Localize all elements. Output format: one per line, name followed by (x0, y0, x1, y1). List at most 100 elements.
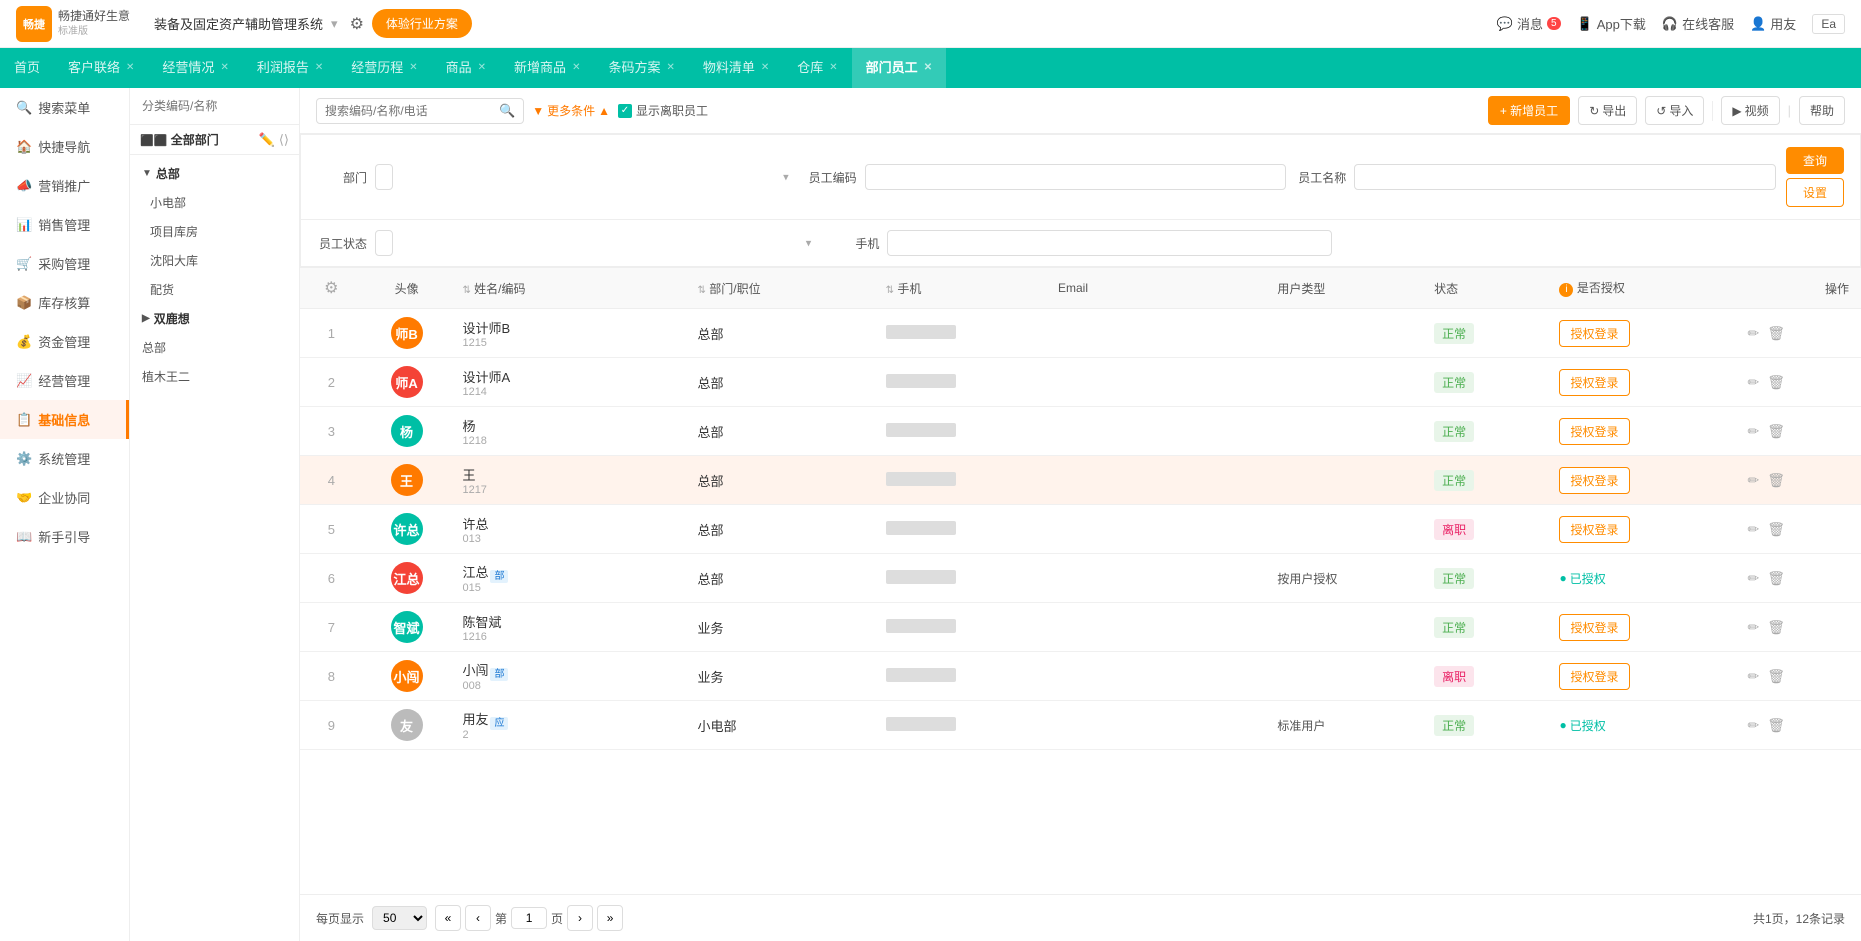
delete-icon[interactable]: 🗑 (1767, 570, 1785, 587)
delete-icon[interactable]: 🗑 (1767, 521, 1785, 538)
edit-icon[interactable]: ✏ (1748, 619, 1760, 636)
dept-item-zhumu[interactable]: 植木王二 (130, 362, 299, 391)
sidebar-item-enterprise[interactable]: 🤝 企业协同 (0, 478, 129, 517)
dept-item-shenyang[interactable]: 沈阳大库 (130, 246, 299, 275)
edit-icon[interactable]: ✏ (1748, 668, 1760, 685)
col-header-name[interactable]: ⇅ 姓名/编码 (450, 268, 685, 309)
dept-group-shuangmeng[interactable]: ▶ 双鹿想 (130, 304, 299, 333)
delete-icon[interactable]: 🗑 (1767, 619, 1785, 636)
auth-btn[interactable]: 授权登录 (1559, 663, 1629, 690)
sidebar-item-inventory[interactable]: 📦 库存核算 (0, 283, 129, 322)
sidebar-item-guide[interactable]: 📖 新手引导 (0, 517, 129, 556)
edit-icon[interactable]: ✏ (1748, 570, 1760, 587)
sidebar-item-sales[interactable]: 📊 销售管理 (0, 205, 129, 244)
delete-icon[interactable]: 🗑 (1767, 325, 1785, 342)
col-header-phone[interactable]: ⇅ 手机 (874, 268, 1046, 309)
sidebar-item-search[interactable]: 🔍 搜索菜单 (0, 88, 129, 127)
filter-empcode-input[interactable] (865, 164, 1287, 190)
close-icon[interactable]: ✕ (478, 48, 486, 88)
last-page-btn[interactable]: » (597, 905, 623, 931)
sidebar-item-purchase[interactable]: 🛒 采购管理 (0, 244, 129, 283)
dept-search-input[interactable] (142, 99, 297, 113)
online-service-btn[interactable]: 🎧 在线客服 (1662, 14, 1734, 33)
tab-customer[interactable]: 客户联络 ✕ (54, 48, 148, 88)
delete-icon[interactable]: 🗑 (1767, 423, 1785, 440)
close-icon[interactable]: ✕ (126, 48, 134, 88)
more-filter-btn[interactable]: ▼ 更多条件 ▲ (532, 102, 610, 119)
edit-icon[interactable]: ✏ (1748, 325, 1760, 342)
close-icon[interactable]: ✕ (924, 48, 932, 88)
prev-page-btn[interactable]: ‹ (465, 905, 491, 931)
close-icon[interactable]: ✕ (829, 48, 837, 88)
dept-item-zongshu2[interactable]: 总部 (130, 333, 299, 362)
edit-icon[interactable]: ✏ (1748, 472, 1760, 489)
set-btn[interactable]: 设置 (1786, 178, 1844, 207)
tab-addgoods[interactable]: 新增商品 ✕ (500, 48, 594, 88)
tab-home[interactable]: 首页 (0, 48, 54, 88)
col-header-dept[interactable]: ⇅ 部门/职位 (686, 268, 874, 309)
close-icon[interactable]: ✕ (572, 48, 580, 88)
tab-profit[interactable]: 利润报告 ✕ (243, 48, 337, 88)
auth-btn[interactable]: 授权登录 (1559, 516, 1629, 543)
tab-warehouse[interactable]: 仓库 ✕ (783, 48, 851, 88)
tab-dept-staff[interactable]: 部门员工 ✕ (852, 48, 946, 88)
help-btn[interactable]: 帮助 (1799, 96, 1845, 125)
resigned-checkbox[interactable]: ✓ (618, 104, 632, 118)
export-btn[interactable]: ↻ 导出 (1578, 96, 1637, 125)
auth-btn[interactable]: 授权登录 (1559, 320, 1629, 347)
auth-btn[interactable]: 授权登录 (1559, 614, 1629, 641)
delete-icon[interactable]: 🗑 (1767, 374, 1785, 391)
edit-icon[interactable]: ✏ (1748, 374, 1760, 391)
tab-barcode[interactable]: 条码方案 ✕ (594, 48, 688, 88)
system-select-icon[interactable]: ▾ (331, 16, 338, 32)
tab-history[interactable]: 经营历程 ✕ (337, 48, 431, 88)
page-input[interactable] (511, 907, 547, 929)
close-icon[interactable]: ✕ (761, 48, 769, 88)
settings-icon[interactable]: ⚙ (350, 14, 364, 34)
sidebar-item-operations[interactable]: 📈 经营管理 (0, 361, 129, 400)
page-size-select[interactable]: 50 100 200 (372, 906, 427, 930)
import-btn[interactable]: ↺ 导入 (1645, 96, 1704, 125)
sidebar-item-system[interactable]: ⚙️ 系统管理 (0, 439, 129, 478)
message-btn[interactable]: 💬 消息 5 (1497, 14, 1561, 33)
tab-material[interactable]: 物料清单 ✕ (689, 48, 783, 88)
close-icon[interactable]: ✕ (409, 48, 417, 88)
edit-icon[interactable]: ✏ (1748, 521, 1760, 538)
close-icon[interactable]: ✕ (666, 48, 674, 88)
auth-btn[interactable]: 授权登录 (1559, 467, 1629, 494)
add-staff-btn[interactable]: + 新增员工 (1488, 96, 1570, 125)
tab-goods[interactable]: 商品 ✕ (432, 48, 500, 88)
edit-icon[interactable]: ✏ (1748, 717, 1760, 734)
auth-btn[interactable]: 授权登录 (1559, 369, 1629, 396)
delete-icon[interactable]: 🗑 (1767, 472, 1785, 489)
close-icon[interactable]: ✕ (220, 48, 228, 88)
sidebar-item-finance[interactable]: 💰 资金管理 (0, 322, 129, 361)
dept-item-xiaodian[interactable]: 小电部 (130, 188, 299, 217)
filter-empstatus-select[interactable] (375, 230, 393, 256)
auth-btn[interactable]: 授权登录 (1559, 418, 1629, 445)
dept-collapse-icon[interactable]: ⟨⟩ (279, 132, 289, 148)
dept-item-xiangmu[interactable]: 项目库房 (130, 217, 299, 246)
user-avatar[interactable]: 👤 用友 (1750, 14, 1796, 33)
filter-empname-input[interactable] (1354, 164, 1776, 190)
filter-dept-select[interactable] (375, 164, 393, 190)
sidebar-item-marketing[interactable]: 📣 营销推广 (0, 166, 129, 205)
search-input[interactable] (325, 104, 495, 118)
dept-item-peihuo[interactable]: 配货 (130, 275, 299, 304)
view-btn[interactable]: ▶ 视频 (1721, 96, 1779, 125)
col-header-settings[interactable]: ⚙ (300, 268, 363, 309)
filter-phone-input[interactable] (887, 230, 1331, 256)
dept-group-zongshu[interactable]: ▼ 总部 (130, 159, 299, 188)
trial-btn[interactable]: 体验行业方案 (372, 9, 472, 38)
edit-icon[interactable]: ✏ (1748, 423, 1760, 440)
app-download-btn[interactable]: 📱 App下载 (1577, 14, 1646, 33)
sidebar-item-basic[interactable]: 📋 基础信息 (0, 400, 129, 439)
search-btn[interactable]: 查询 (1786, 147, 1844, 174)
tab-operation[interactable]: 经营情况 ✕ (148, 48, 242, 88)
close-icon[interactable]: ✕ (315, 48, 323, 88)
delete-icon[interactable]: 🗑 (1767, 668, 1785, 685)
sidebar-item-quicknav[interactable]: 🏠 快捷导航 (0, 127, 129, 166)
next-page-btn[interactable]: › (567, 905, 593, 931)
search-icon[interactable]: 🔍 (499, 103, 515, 119)
show-resigned-toggle[interactable]: ✓ 显示离职员工 (618, 102, 708, 119)
